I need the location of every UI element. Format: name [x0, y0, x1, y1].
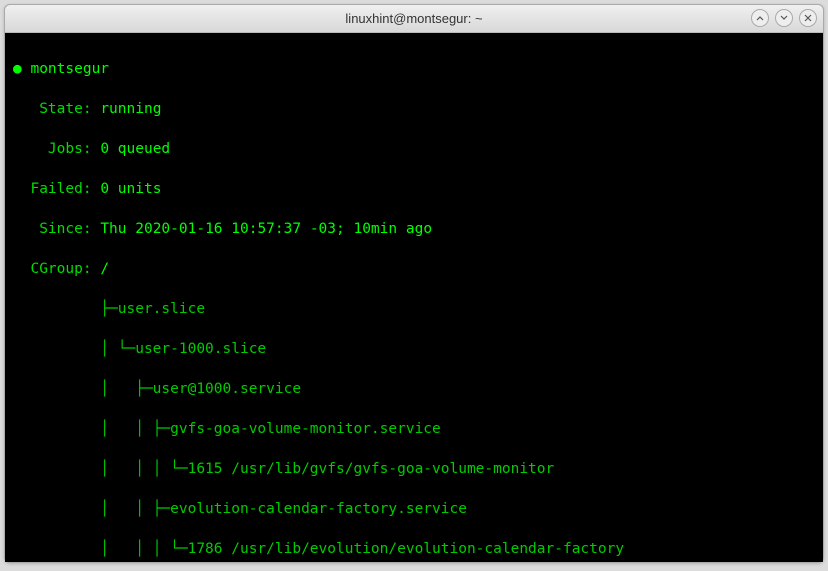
minimize-button[interactable] — [751, 9, 769, 27]
tree-line: │ │ │ └─1786 /usr/lib/evolution/evolutio… — [13, 539, 815, 559]
terminal-window: linuxhint@montsegur: ~ ● montsegur State… — [4, 4, 824, 563]
hostname: montsegur — [30, 61, 109, 77]
window-title: linuxhint@montsegur: ~ — [345, 11, 482, 26]
jobs-label: Jobs: — [13, 141, 92, 157]
tree-line: │ │ │ └─1615 /usr/lib/gvfs/gvfs-goa-volu… — [13, 459, 815, 479]
since-label: Since: — [13, 221, 92, 237]
failed-value: 0 units — [100, 181, 161, 197]
cgroup-value: / — [100, 261, 109, 277]
since-value: Thu 2020-01-16 10:57:37 -03; 10min ago — [100, 221, 432, 237]
status-bullet: ● — [13, 61, 22, 77]
tree-line: ├─user.slice — [13, 299, 815, 319]
tree-line: │ │ ├─evolution-calendar-factory.service — [13, 499, 815, 519]
cgroup-label: CGroup: — [13, 261, 92, 277]
jobs-value: 0 queued — [100, 141, 170, 157]
state-value: running — [100, 101, 161, 117]
window-controls — [751, 9, 817, 27]
tree-line: │ └─user-1000.slice — [13, 339, 815, 359]
failed-label: Failed: — [13, 181, 92, 197]
terminal-content[interactable]: ● montsegur State: running Jobs: 0 queue… — [5, 33, 823, 562]
titlebar: linuxhint@montsegur: ~ — [5, 5, 823, 33]
maximize-button[interactable] — [775, 9, 793, 27]
tree-line: │ ├─user@1000.service — [13, 379, 815, 399]
state-label: State: — [13, 101, 92, 117]
close-button[interactable] — [799, 9, 817, 27]
tree-line: │ │ ├─gvfs-goa-volume-monitor.service — [13, 419, 815, 439]
